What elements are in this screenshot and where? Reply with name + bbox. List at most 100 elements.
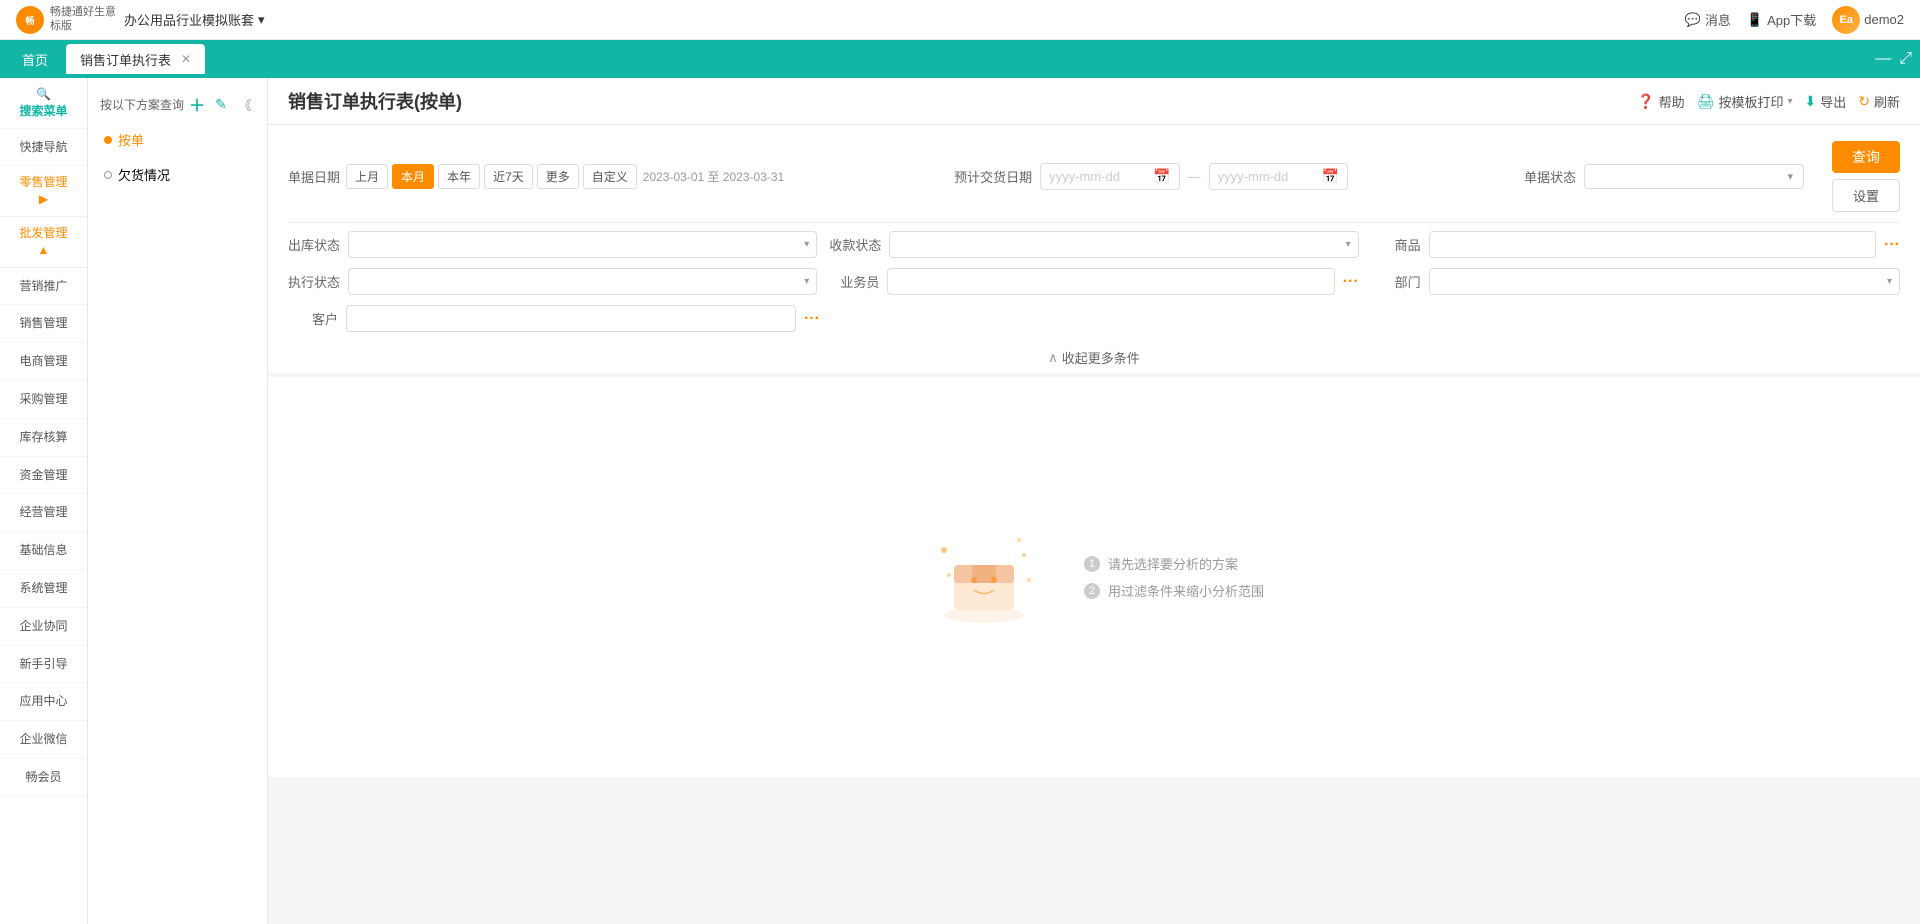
calendar-icon-to[interactable]: 📅 xyxy=(1322,168,1339,185)
sidebar-item-inventory[interactable]: 库存核算 xyxy=(0,419,87,457)
download-icon: 📱 xyxy=(1747,12,1763,28)
sidebar-item-quick-nav[interactable]: 快捷导航 xyxy=(0,129,87,167)
salesperson-input[interactable] xyxy=(887,268,1334,295)
tab-bar-actions: — ⤢ xyxy=(1875,50,1912,68)
sidebar-item-finance[interactable]: 资金管理 xyxy=(0,457,87,495)
date-range-divider: — xyxy=(1188,169,1201,184)
filter-section: 单据日期 上月 本月 本年 近7天 更多 自定义 2023-03-01 至 20… xyxy=(268,125,1920,373)
sidebar-item-appcenter[interactable]: 应用中心 xyxy=(0,683,87,721)
exec-select[interactable] xyxy=(348,268,817,295)
date-btn-last-month[interactable]: 上月 xyxy=(346,164,388,189)
search-icon: 🔍 xyxy=(36,86,51,103)
salesperson-dots-icon[interactable]: ··· xyxy=(1343,273,1359,291)
filter-row-4: 客户 ··· xyxy=(288,305,1900,332)
empty-illustration xyxy=(924,515,1044,640)
settings-button[interactable]: 设置 xyxy=(1832,179,1900,212)
collapse-button[interactable]: ∧ 收起更多条件 xyxy=(288,342,1900,369)
print-icon: 🖨 xyxy=(1697,93,1715,110)
sidebar-item-newbie[interactable]: 新手引导 xyxy=(0,646,87,684)
delivery-date-to-wrap[interactable]: 📅 xyxy=(1209,163,1348,190)
messages-button[interactable]: 💬 消息 xyxy=(1685,10,1731,29)
left-panel-header: 按以下方案查询 ＋ ✎ 《 xyxy=(88,86,267,122)
sidebar-item-purchase[interactable]: 采购管理 xyxy=(0,381,87,419)
filter-cell-outbound: 出库状态 ▾ xyxy=(288,231,817,258)
goods-input[interactable] xyxy=(1429,231,1876,258)
outbound-select[interactable] xyxy=(348,231,817,258)
sidebar-item-ecommerce[interactable]: 电商管理 xyxy=(0,343,87,381)
collapse-panel-button[interactable]: 《 xyxy=(235,94,255,114)
salesperson-label: 业务员 xyxy=(829,272,879,291)
print-chevron-icon: ▾ xyxy=(1787,96,1792,107)
help-icon: ❓ xyxy=(1637,93,1654,110)
sidebar-item-member[interactable]: 畅会员 xyxy=(0,759,87,797)
maximize-button[interactable]: ⤢ xyxy=(1899,50,1912,68)
sidebar-item-marketing[interactable]: 营销推广 xyxy=(0,268,87,306)
date-btn-custom[interactable]: 自定义 xyxy=(583,164,637,189)
main-layout: 🔍 搜索菜单 快捷导航 零售管理 ▶ 批发管理 ▲ 营销推广 销售管理 电商管理… xyxy=(0,78,1920,924)
hint-number-1: 1 xyxy=(1084,556,1100,572)
add-scheme-button[interactable]: ＋ xyxy=(187,94,207,114)
print-button[interactable]: 🖨 按模板打印 ▾ xyxy=(1697,92,1793,111)
left-panel-item-欠货情况[interactable]: 欠货情况 xyxy=(88,157,267,192)
filter-row-3: 执行状态 ▾ 业务员 ··· 部门 ▾ xyxy=(288,268,1900,295)
goods-dots-icon[interactable]: ··· xyxy=(1884,236,1900,254)
date-btn-more[interactable]: 更多 xyxy=(537,164,579,189)
edit-scheme-button[interactable]: ✎ xyxy=(211,94,231,114)
left-panel-item-按单[interactable]: 按单 xyxy=(88,122,267,157)
customer-input[interactable] xyxy=(346,305,796,332)
tab-close-icon[interactable]: ✕ xyxy=(181,52,191,66)
filter-cell-receipt: 收款状态 ▾ xyxy=(829,231,1358,258)
breadcrumb[interactable]: 办公用品行业模拟账套 ▾ xyxy=(124,10,265,29)
date-range-display: 2023-03-01 至 2023-03-31 xyxy=(643,168,784,185)
filter-row-2: 出库状态 ▾ 收款状态 ▾ 商品 ··· xyxy=(288,231,1900,258)
query-button[interactable]: 查询 xyxy=(1832,141,1900,173)
refresh-icon: ↻ xyxy=(1858,93,1870,110)
date-btn-this-month[interactable]: 本月 xyxy=(392,164,434,189)
sidebar-item-search-menu[interactable]: 🔍 搜索菜单 xyxy=(0,78,87,129)
export-button[interactable]: ⬇ 导出 xyxy=(1805,92,1847,111)
chevron-up-icon: ▲ xyxy=(38,242,50,259)
date-btn-this-year[interactable]: 本年 xyxy=(438,164,480,189)
doc-status-select[interactable]: ▾ xyxy=(1584,164,1804,189)
sidebar-item-sales[interactable]: 销售管理 xyxy=(0,305,87,343)
user-menu[interactable]: Ea demo2 xyxy=(1832,6,1904,34)
hint-1: 1 请先选择要分析的方案 xyxy=(1084,554,1264,573)
sidebar: 🔍 搜索菜单 快捷导航 零售管理 ▶ 批发管理 ▲ 营销推广 销售管理 电商管理… xyxy=(0,78,88,924)
dept-select[interactable] xyxy=(1429,268,1900,295)
filter-row-1: 单据日期 上月 本月 本年 近7天 更多 自定义 2023-03-01 至 20… xyxy=(288,141,1900,212)
empty-state-container: 1 请先选择要分析的方案 2 用过滤条件来缩小分析范围 xyxy=(268,377,1920,777)
filter-cell-salesperson: 业务员 ··· xyxy=(829,268,1358,295)
sidebar-item-system[interactable]: 系统管理 xyxy=(0,570,87,608)
app-download-button[interactable]: 📱 App下载 xyxy=(1747,10,1816,29)
header-left: 畅 畅捷通好生意 标版 办公用品行业模拟账套 ▾ xyxy=(16,6,265,34)
sidebar-item-operations[interactable]: 经营管理 xyxy=(0,494,87,532)
delivery-date-to-input[interactable] xyxy=(1218,169,1318,184)
delivery-date-from-input[interactable] xyxy=(1049,169,1149,184)
refresh-button[interactable]: ↻ 刷新 xyxy=(1858,92,1900,111)
tab-sales-exec[interactable]: 销售订单执行表 ✕ xyxy=(66,44,205,74)
customer-dots-icon[interactable]: ··· xyxy=(804,310,820,328)
date-btn-7days[interactable]: 近7天 xyxy=(484,164,533,189)
filter-cell-doc-status: 单据状态 ▾ xyxy=(1516,164,1804,189)
empty-state: 1 请先选择要分析的方案 2 用过滤条件来缩小分析范围 xyxy=(924,515,1264,640)
tab-bar: 首页 销售订单执行表 ✕ — ⤢ xyxy=(0,40,1920,78)
delivery-date-from-wrap[interactable]: 📅 xyxy=(1040,163,1179,190)
page-header-actions: ❓ 帮助 🖨 按模板打印 ▾ ⬇ 导出 ↻ 刷新 xyxy=(1637,92,1900,111)
sidebar-item-wholesale[interactable]: 批发管理 ▲ xyxy=(0,217,87,268)
dept-label: 部门 xyxy=(1371,272,1421,291)
help-button[interactable]: ❓ 帮助 xyxy=(1637,92,1684,111)
sidebar-item-corpwechat[interactable]: 企业微信 xyxy=(0,721,87,759)
empty-state-text: 1 请先选择要分析的方案 2 用过滤条件来缩小分析范围 xyxy=(1084,554,1264,600)
logo-text: 畅捷通好生意 标版 xyxy=(50,6,116,32)
sidebar-item-retail[interactable]: 零售管理 ▶ xyxy=(0,166,87,217)
calendar-icon-from[interactable]: 📅 xyxy=(1153,168,1170,185)
sidebar-item-basic[interactable]: 基础信息 xyxy=(0,532,87,570)
collapse-up-icon: ∧ xyxy=(1048,350,1058,366)
sidebar-item-enterprise[interactable]: 企业协同 xyxy=(0,608,87,646)
filter-cell-goods: 商品 ··· xyxy=(1371,231,1900,258)
receipt-select[interactable] xyxy=(889,231,1358,258)
logo-icon: 畅 xyxy=(16,6,44,34)
minimize-button[interactable]: — xyxy=(1875,50,1891,68)
customer-label: 客户 xyxy=(288,309,338,328)
tab-home[interactable]: 首页 xyxy=(8,44,62,74)
